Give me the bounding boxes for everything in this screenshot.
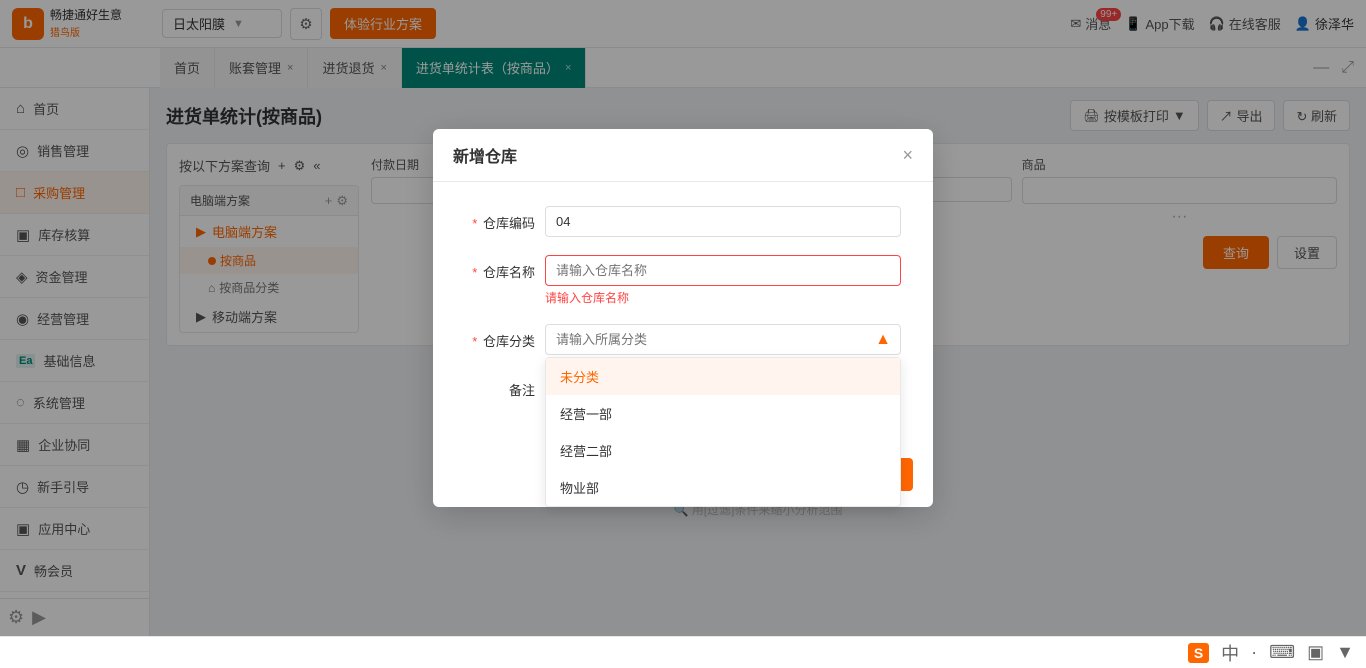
dropdown-item-dept1[interactable]: 经营一部 — [546, 395, 900, 432]
bottom-icon-zh[interactable]: 中 — [1221, 640, 1239, 666]
modal-add-warehouse: 新增仓库 × * 仓库编码 * 仓库名称 — [433, 129, 933, 507]
bottom-icon-s[interactable]: S — [1188, 643, 1209, 663]
name-input[interactable] — [545, 255, 901, 286]
name-input-wrap: 请输入仓库名称 — [545, 255, 901, 306]
name-label: * 仓库名称 — [465, 255, 545, 281]
category-label: * 仓库分类 — [465, 324, 545, 350]
bottom-icon-dot[interactable]: · — [1251, 642, 1257, 663]
category-field-container: ▲ — [545, 324, 901, 355]
category-input[interactable] — [545, 324, 901, 355]
dropdown-item-dept2[interactable]: 经营二部 — [546, 432, 900, 469]
dropdown-item-property[interactable]: 物业部 — [546, 469, 900, 506]
modal-header: 新增仓库 × — [433, 129, 933, 182]
code-input-wrap — [545, 206, 901, 237]
bottom-icon-arrow[interactable]: ▼ — [1336, 642, 1354, 663]
modal-close-button[interactable]: × — [902, 145, 913, 166]
dropdown-item-unclassified[interactable]: 未分类 — [546, 358, 900, 395]
bottom-bar: S 中 · ⌨ ▣ ▼ — [0, 636, 1366, 668]
name-error-msg: 请输入仓库名称 — [545, 289, 901, 306]
bottom-icon-keyboard[interactable]: ⌨ — [1269, 642, 1295, 663]
modal-title: 新增仓库 — [453, 143, 517, 167]
remark-label: 备注 — [465, 373, 545, 399]
bottom-icon-screen[interactable]: ▣ — [1307, 642, 1324, 663]
modal-overlay: 新增仓库 × * 仓库编码 * 仓库名称 — [0, 0, 1366, 636]
modal-body: * 仓库编码 * 仓库名称 请输入仓库名称 — [433, 182, 933, 446]
category-dropdown: 未分类 经营一部 经营二部 物业部 — [545, 357, 901, 507]
form-row-name: * 仓库名称 请输入仓库名称 — [465, 255, 901, 306]
category-input-wrap: ▲ 未分类 经营一部 经营二部 物业部 — [545, 324, 901, 355]
form-row-code: * 仓库编码 — [465, 206, 901, 237]
form-row-category: * 仓库分类 ▲ 未分类 经营一部 经营二部 物业部 — [465, 324, 901, 355]
code-label: * 仓库编码 — [465, 206, 545, 232]
code-input[interactable] — [545, 206, 901, 237]
category-expand-icon[interactable]: ▲ — [875, 331, 891, 349]
